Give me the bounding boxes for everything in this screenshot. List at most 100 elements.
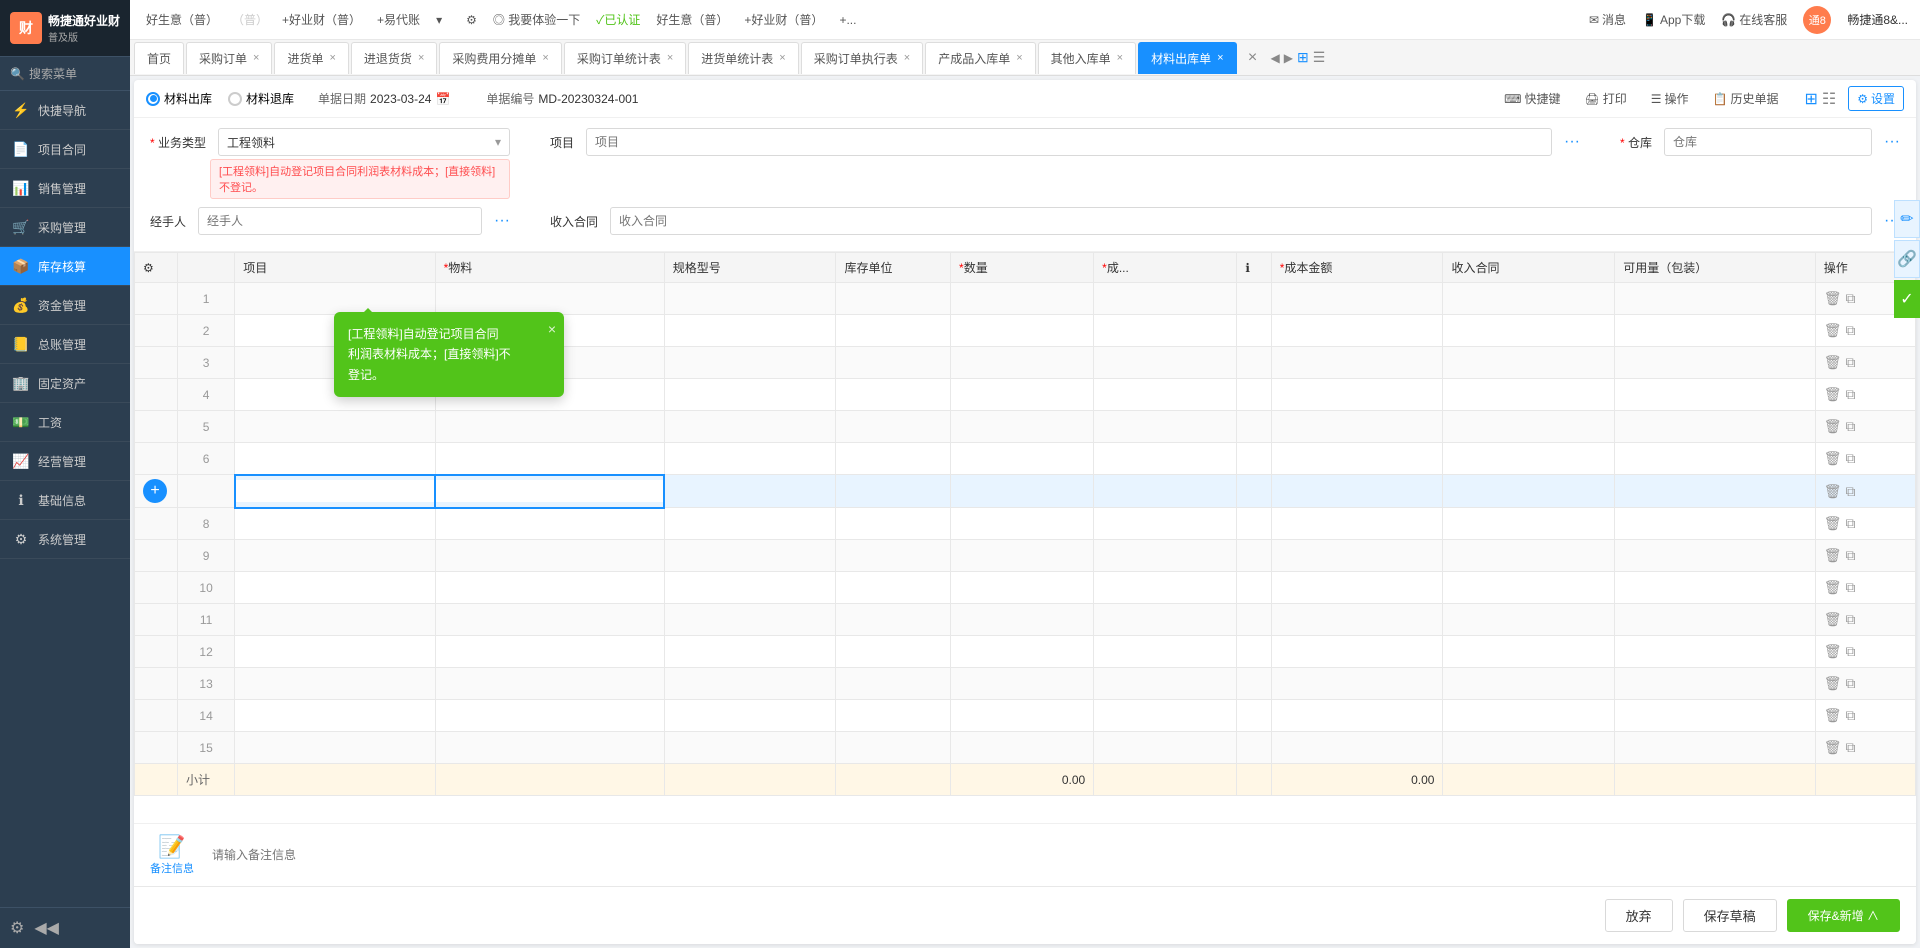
cell-cost-amount-3[interactable] xyxy=(1271,347,1443,379)
delete-row-14[interactable]: 🗑 xyxy=(1824,707,1842,724)
grid-view-icon[interactable]: ⊞ xyxy=(1297,49,1309,66)
settings-btn[interactable]: ⚙ 设置 xyxy=(1848,86,1904,111)
sidebar-item-ledger[interactable]: 📒 总账管理 xyxy=(0,325,130,364)
tab-inbound-close[interactable]: × xyxy=(329,52,335,64)
th-settings[interactable]: ⚙ xyxy=(135,253,178,283)
cell-income-3[interactable] xyxy=(1443,347,1615,379)
delete-row-1[interactable]: 🗑 xyxy=(1824,290,1842,307)
sidebar-item-assets[interactable]: 🏢 固定资产 xyxy=(0,364,130,403)
cell-cost-3[interactable] xyxy=(1094,347,1237,379)
delete-row-6[interactable]: 🗑 xyxy=(1824,450,1842,467)
tab-purchase-expense-close[interactable]: × xyxy=(542,52,548,64)
delete-row-5[interactable]: 🗑 xyxy=(1824,418,1842,435)
warehouse-more-btn[interactable]: ··· xyxy=(1884,133,1900,151)
topbar-more[interactable]: +... xyxy=(835,13,860,27)
copy-row-7[interactable]: ⧉ xyxy=(1845,483,1855,500)
copy-row-10[interactable]: ⧉ xyxy=(1845,579,1855,596)
right-panel-link[interactable]: 🔗 xyxy=(1894,240,1920,278)
cell-spec-1[interactable] xyxy=(664,283,836,315)
tab-other-inbound[interactable]: 其他入库单 × xyxy=(1038,42,1136,74)
sidebar-item-sales[interactable]: 📊 销售管理 xyxy=(0,169,130,208)
project-input[interactable] xyxy=(586,128,1552,156)
topbar-arrow[interactable]: ▾ xyxy=(432,13,446,27)
delete-row-7[interactable]: 🗑 xyxy=(1824,483,1842,500)
delete-row-12[interactable]: 🗑 xyxy=(1824,643,1842,660)
topbar-item-1[interactable]: 好生意（普） xyxy=(142,11,222,28)
cell-cost-1[interactable] xyxy=(1094,283,1237,315)
th-project[interactable]: 项目 xyxy=(235,253,435,283)
tab-material-outbound-close[interactable]: × xyxy=(1217,52,1223,64)
sidebar-item-purchase[interactable]: 🛒 采购管理 xyxy=(0,208,130,247)
topbar-item-2[interactable]: +好业财（普） xyxy=(278,11,365,28)
copy-row-8[interactable]: ⧉ xyxy=(1845,515,1855,532)
calendar-icon[interactable]: 📅 xyxy=(435,92,450,106)
tab-inbound-stats-close[interactable]: × xyxy=(779,52,785,64)
cell-spec-3[interactable] xyxy=(664,347,836,379)
right-panel-edit[interactable]: ✏ xyxy=(1894,200,1920,238)
cell-unit-2[interactable] xyxy=(836,315,951,347)
tab-purchase-exec[interactable]: 采购订单执行表 × xyxy=(801,42,923,74)
tab-finished-goods[interactable]: 产成品入库单 × xyxy=(925,42,1035,74)
topbar-message[interactable]: ✉ 消息 xyxy=(1589,11,1626,28)
cell-project-1[interactable] xyxy=(235,283,435,315)
tab-material-outbound[interactable]: 材料出库单 × xyxy=(1138,42,1236,74)
copy-row-6[interactable]: ⧉ xyxy=(1845,450,1855,467)
active-cell-project[interactable] xyxy=(236,480,434,502)
delete-row-4[interactable]: 🗑 xyxy=(1824,386,1842,403)
th-material[interactable]: *物料 xyxy=(435,253,664,283)
delete-row-3[interactable]: 🗑 xyxy=(1824,354,1842,371)
sidebar-item-basic-info[interactable]: ℹ 基础信息 xyxy=(0,481,130,520)
cell-qty-3[interactable] xyxy=(951,347,1094,379)
copy-row-4[interactable]: ⧉ xyxy=(1845,386,1855,403)
topbar-gear[interactable]: ⚙ xyxy=(462,13,481,27)
income-contract-input[interactable] xyxy=(610,207,1872,235)
warehouse-input[interactable] xyxy=(1664,128,1872,156)
topbar-item-good[interactable]: 好生意（普） xyxy=(652,11,732,28)
tab-purchase-exec-close[interactable]: × xyxy=(904,52,910,64)
project-more-btn[interactable]: ··· xyxy=(1564,133,1580,151)
cell-spec-2[interactable] xyxy=(664,315,836,347)
user-name[interactable]: 畅捷通8&... xyxy=(1847,11,1908,28)
discard-btn[interactable]: 放弃 xyxy=(1605,899,1673,932)
delete-row-9[interactable]: 🗑 xyxy=(1824,547,1842,564)
print-btn[interactable]: 🖨 打印 xyxy=(1578,87,1632,110)
th-income-contract[interactable]: 收入合同 xyxy=(1443,253,1615,283)
delete-row-11[interactable]: 🗑 xyxy=(1824,611,1842,628)
th-cost-amount[interactable]: *成本金额 xyxy=(1271,253,1443,283)
tab-home[interactable]: 首页 xyxy=(134,42,184,74)
delete-row-8[interactable]: 🗑 xyxy=(1824,515,1842,532)
th-available[interactable]: 可用量（包装） xyxy=(1615,253,1815,283)
cell-income-2[interactable] xyxy=(1443,315,1615,347)
radio-material-outbound[interactable]: 材料出库 xyxy=(146,90,212,107)
tab-inbound-return[interactable]: 进退货货 × xyxy=(351,42,437,74)
delete-row-2[interactable]: 🗑 xyxy=(1824,322,1842,339)
list-view-icon[interactable]: ☰ xyxy=(1313,49,1326,66)
shortcut-btn[interactable]: ⌨ 快捷键 xyxy=(1498,87,1566,110)
business-type-input[interactable]: 工程领料 ▾ xyxy=(218,128,510,156)
sidebar-search[interactable]: 🔍 搜索菜单 xyxy=(0,57,130,91)
tab-inbound-stats[interactable]: 进货单统计表 × xyxy=(688,42,798,74)
handler-input[interactable] xyxy=(198,207,482,235)
settings-icon[interactable]: ⚙ xyxy=(10,918,24,938)
sidebar-item-payroll[interactable]: 💵 工资 xyxy=(0,403,130,442)
tab-purchase-expense[interactable]: 采购费用分摊单 × xyxy=(439,42,561,74)
copy-row-13[interactable]: ⧉ xyxy=(1845,675,1855,692)
cell-cost-amount-1[interactable] xyxy=(1271,283,1443,315)
cell-unit-1[interactable] xyxy=(836,283,951,315)
tab-finished-goods-close[interactable]: × xyxy=(1016,52,1022,64)
cell-income-1[interactable] xyxy=(1443,283,1615,315)
save-draft-btn[interactable]: 保存草稿 xyxy=(1683,899,1777,932)
tab-inbound[interactable]: 进货单 × xyxy=(274,42,348,74)
delete-row-13[interactable]: 🗑 xyxy=(1824,675,1842,692)
cell-cost-2[interactable] xyxy=(1094,315,1237,347)
add-row-btn[interactable]: + xyxy=(143,479,167,503)
tab-purchase-order-close[interactable]: × xyxy=(253,52,259,64)
copy-row-3[interactable]: ⧉ xyxy=(1845,354,1855,371)
th-unit[interactable]: 库存单位 xyxy=(836,253,951,283)
copy-row-5[interactable]: ⧉ xyxy=(1845,418,1855,435)
active-cell-material[interactable] xyxy=(436,480,663,502)
cell-cost-amount-2[interactable] xyxy=(1271,315,1443,347)
topbar-item-3[interactable]: +易代账 xyxy=(373,11,424,28)
cell-qty-2[interactable] xyxy=(951,315,1094,347)
view-list-icon[interactable]: ☷ xyxy=(1822,89,1836,109)
